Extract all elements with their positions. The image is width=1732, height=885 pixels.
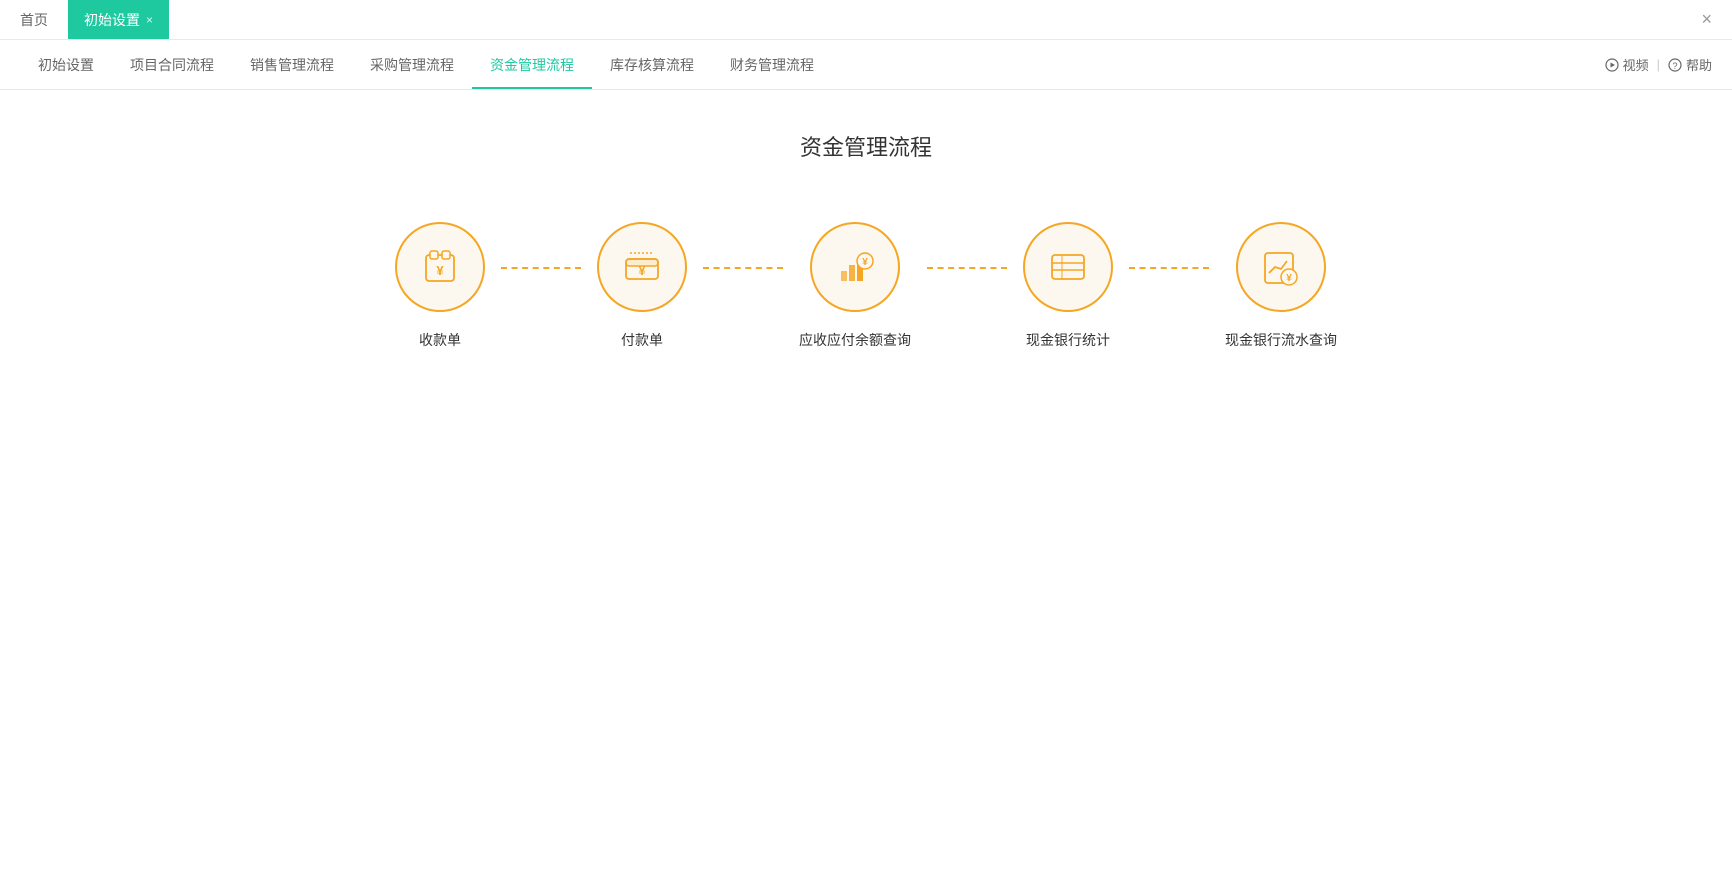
main-content: 初始设置 项目合同流程 销售管理流程 采购管理流程 资金管理流程 库存核算流程 … (0, 40, 1732, 885)
flow-arrow-1 (485, 267, 597, 269)
active-tab-label: 初始设置 (84, 10, 140, 30)
flow-item-payment[interactable]: ¥ 付款单 (597, 222, 687, 350)
tab-fund-management[interactable]: 资金管理流程 (472, 40, 592, 89)
active-tab[interactable]: 初始设置 × (68, 0, 169, 39)
video-link[interactable]: 视频 (1605, 55, 1649, 74)
flow-item-balance-query[interactable]: ¥ 应收应付余额查询 (799, 222, 911, 350)
arrow-line-4 (1129, 267, 1209, 269)
flow-circle-payment: ¥ (597, 222, 687, 312)
tab-project-contract[interactable]: 项目合同流程 (112, 40, 232, 89)
arrow-line-3 (927, 267, 1007, 269)
svg-text:¥: ¥ (1286, 273, 1292, 284)
nav-tabs: 初始设置 项目合同流程 销售管理流程 采购管理流程 资金管理流程 库存核算流程 … (0, 40, 1732, 90)
flow-container: ¥ 收款单 ¥ 付款单 (60, 222, 1672, 350)
flow-item-cash-bank[interactable]: 现金银行统计 (1023, 222, 1113, 350)
flow-arrow-2 (687, 267, 799, 269)
flow-arrow-4 (1113, 267, 1225, 269)
flow-item-receipt[interactable]: ¥ 收款单 (395, 222, 485, 350)
tab-finance[interactable]: 财务管理流程 (712, 40, 832, 89)
page-content: 资金管理流程 ¥ 收款单 (0, 90, 1732, 390)
tab-inventory[interactable]: 库存核算流程 (592, 40, 712, 89)
flow-arrow-3 (911, 267, 1023, 269)
svg-text:?: ? (1672, 61, 1677, 71)
flow-label-balance: 应收应付余额查询 (799, 330, 911, 350)
flow-label-receipt: 收款单 (419, 330, 461, 350)
video-icon (1605, 58, 1619, 72)
flow-circle-bankflow: ¥ (1236, 222, 1326, 312)
tab-sales-management[interactable]: 销售管理流程 (232, 40, 352, 89)
cashbank-icon (1046, 245, 1090, 289)
svg-text:¥: ¥ (436, 263, 444, 278)
nav-right: 视频 | ? 帮助 (1605, 55, 1712, 74)
svg-text:¥: ¥ (638, 263, 646, 278)
flow-circle-receipt: ¥ (395, 222, 485, 312)
tab-initial-setup[interactable]: 初始设置 (20, 40, 112, 89)
page-title: 资金管理流程 (60, 130, 1672, 162)
help-link[interactable]: ? 帮助 (1668, 55, 1712, 74)
flow-circle-cashbank (1023, 222, 1113, 312)
tab-purchase-management[interactable]: 采购管理流程 (352, 40, 472, 89)
window-close-button[interactable]: × (1681, 0, 1732, 39)
arrow-line-2 (703, 267, 783, 269)
balance-icon: ¥ (833, 245, 877, 289)
receipt-icon: ¥ (418, 245, 462, 289)
tab-close-icon[interactable]: × (146, 13, 153, 27)
bankflow-icon: ¥ (1259, 245, 1303, 289)
flow-circle-balance: ¥ (810, 222, 900, 312)
payment-icon: ¥ (620, 245, 664, 289)
flow-label-bankflow: 现金银行流水查询 (1225, 330, 1337, 350)
flow-item-bank-flow[interactable]: ¥ 现金银行流水查询 (1225, 222, 1337, 350)
flow-label-payment: 付款单 (621, 330, 663, 350)
arrow-line-1 (501, 267, 581, 269)
svg-text:¥: ¥ (862, 257, 868, 268)
top-bar: 首页 初始设置 × × (0, 0, 1732, 40)
nav-divider: | (1657, 57, 1660, 72)
home-tab[interactable]: 首页 (0, 0, 68, 39)
help-icon: ? (1668, 58, 1682, 72)
flow-label-cashbank: 现金银行统计 (1026, 330, 1110, 350)
